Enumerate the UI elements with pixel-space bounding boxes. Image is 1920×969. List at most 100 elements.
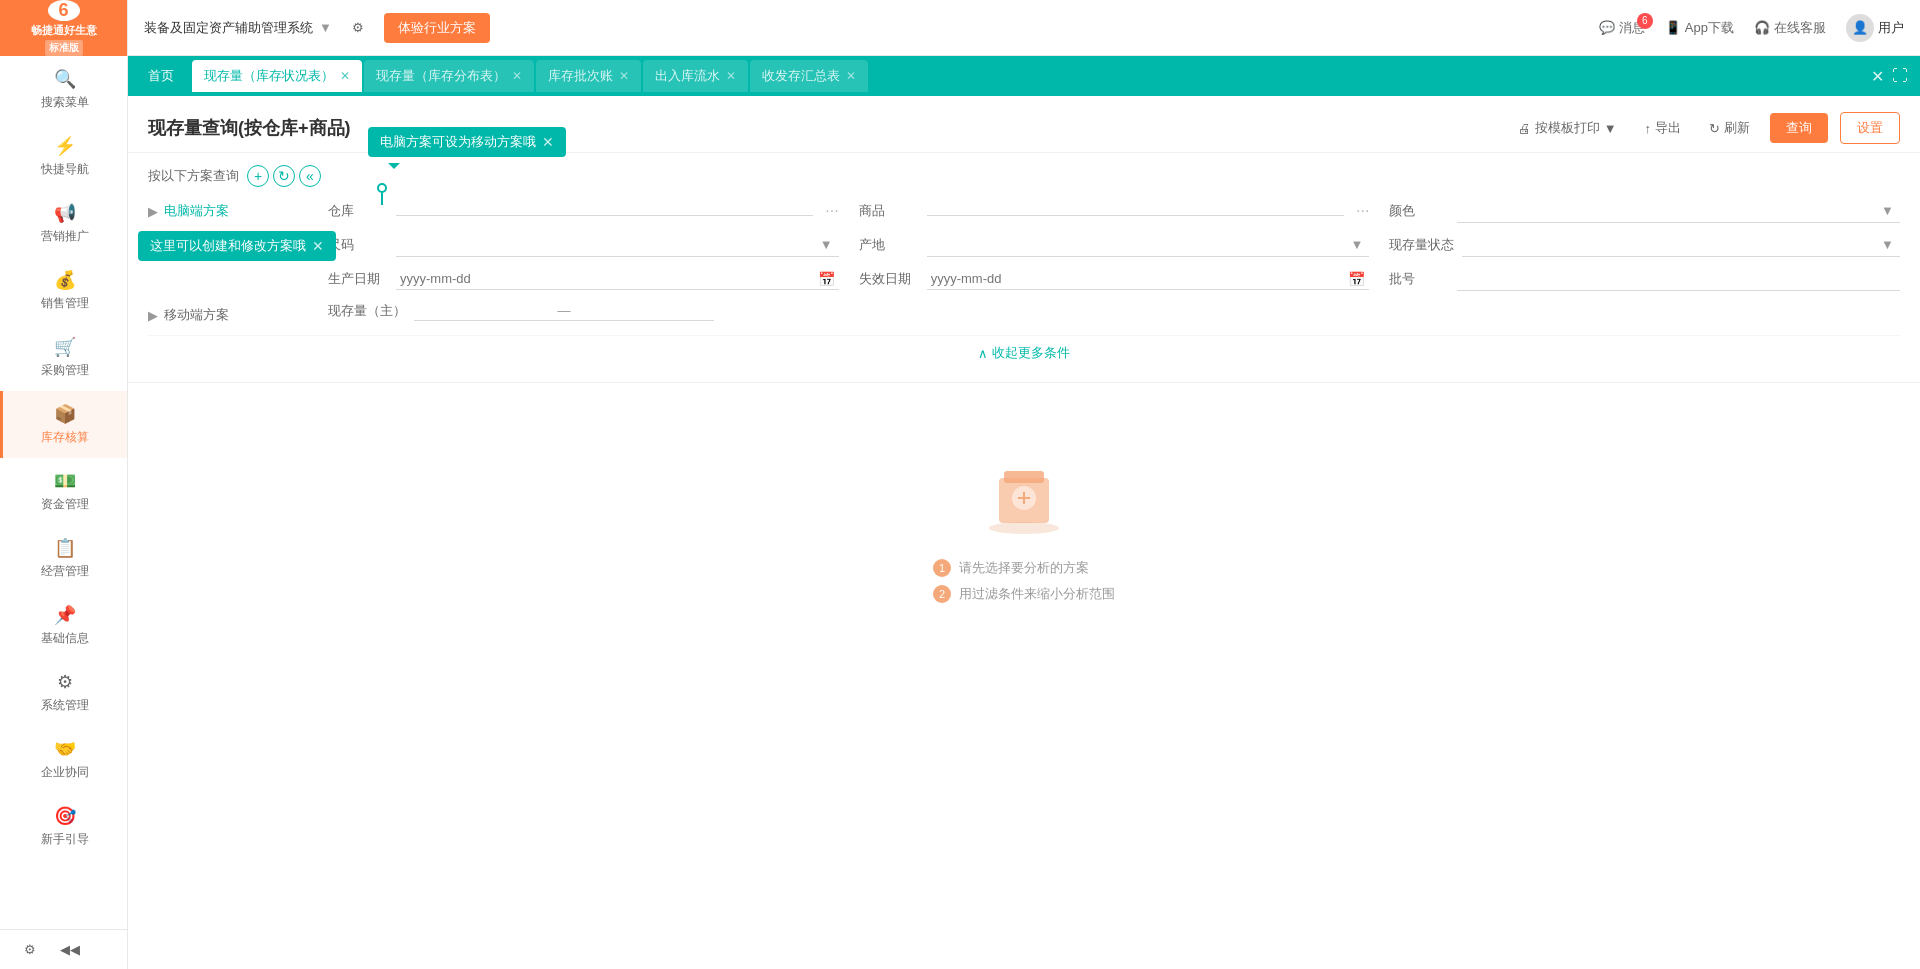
online-support-btn[interactable]: 🎧 在线客服	[1754, 19, 1826, 37]
app-download-btn[interactable]: 📱 App下载	[1665, 19, 1734, 37]
lightning-icon: ⚡	[54, 135, 76, 157]
message-badge: 6	[1637, 13, 1653, 29]
color-select[interactable]: ▼	[1457, 199, 1900, 223]
connector-dot	[377, 183, 387, 193]
tab-bar: 首页 现存量（库存状况表） ✕ 现存量（库存分布表） ✕ 库存批次账 ✕ 出入库…	[128, 56, 1920, 96]
sidebar-item-enterprise[interactable]: 🤝 企业协同	[0, 726, 127, 793]
color-arrow: ▼	[1881, 203, 1894, 218]
expire-date-field[interactable]	[931, 271, 1345, 286]
tab-batch[interactable]: 库存批次账 ✕	[536, 60, 641, 92]
plan-tree-desktop[interactable]: ▶ 电脑端方案	[148, 199, 308, 223]
refresh-btn[interactable]: ↻ 刷新	[1701, 115, 1758, 141]
inventory-max-input[interactable]	[575, 303, 711, 318]
page-title: 现存量查询(按仓库+商品)	[148, 116, 351, 140]
tab-home[interactable]: 首页	[132, 60, 190, 92]
prod-date-input[interactable]: 📅	[396, 269, 839, 290]
inventory-min-input[interactable]	[418, 303, 554, 318]
export-btn[interactable]: ↑ 导出	[1637, 115, 1690, 141]
tab-summary[interactable]: 收发存汇总表 ✕	[750, 60, 868, 92]
filter-size: 尺码 ▼	[328, 233, 839, 257]
inventory-amount-label: 现存量（主）	[328, 302, 406, 320]
collapse-bar[interactable]: ∧ 收起更多条件	[148, 335, 1900, 370]
settings-btn[interactable]: 设置	[1840, 112, 1900, 144]
warehouse-select[interactable]	[396, 207, 813, 216]
sidebar-item-marketing[interactable]: 📢 营销推广	[0, 190, 127, 257]
warehouse-label: 仓库	[328, 202, 388, 220]
empty-state: 1 请先选择要分析的方案 2 用过滤条件来缩小分析范围	[128, 383, 1920, 663]
print-btn[interactable]: 🖨 按模板打印 ▼	[1510, 115, 1625, 141]
product-select[interactable]	[927, 207, 1344, 216]
prod-date-field[interactable]	[400, 271, 814, 286]
tab-inventory-dist-label: 现存量（库存分布表）	[376, 67, 506, 85]
tab-flow[interactable]: 出入库流水 ✕	[643, 60, 748, 92]
query-btn[interactable]: 查询	[1770, 113, 1828, 143]
tooltip-create-close-btn[interactable]: ✕	[312, 238, 324, 254]
export-icon: ↑	[1645, 121, 1652, 136]
calendar-icon-2: 📅	[1348, 271, 1365, 287]
sidebar-item-sales[interactable]: 💰 销售管理	[0, 257, 127, 324]
inventory-range[interactable]: —	[414, 301, 714, 321]
sidebar-item-purchase[interactable]: 🛒 采购管理	[0, 324, 127, 391]
tab-close-icon[interactable]: ✕	[726, 69, 736, 83]
sidebar-item-guide[interactable]: 🎯 新手引导	[0, 793, 127, 860]
refresh-plan-btn[interactable]: ↻	[273, 165, 295, 187]
header-right: 💬 消息 6 📱 App下载 🎧 在线客服 👤 用户	[1599, 14, 1904, 42]
expire-date-input[interactable]: 📅	[927, 269, 1370, 290]
filter-expire-date: 失效日期 📅	[859, 267, 1370, 291]
tab-close-icon[interactable]: ✕	[846, 69, 856, 83]
add-plan-btn[interactable]: +	[247, 165, 269, 187]
origin-arrow: ▼	[1350, 237, 1363, 252]
message-btn[interactable]: 💬 消息 6	[1599, 19, 1645, 37]
sidebar-item-label: 新手引导	[41, 831, 89, 848]
tab-close-all-icon[interactable]: ✕	[1871, 67, 1884, 86]
plan-tree-mobile[interactable]: ▶ 移动端方案	[148, 303, 308, 327]
sidebar-item-search[interactable]: 🔍 搜索菜单	[0, 56, 127, 123]
tab-bar-right: ✕ ⛶	[1871, 67, 1916, 86]
sidebar-item-management[interactable]: 📋 经营管理	[0, 525, 127, 592]
sidebar-item-inventory[interactable]: 📦 库存核算	[0, 391, 127, 458]
export-label: 导出	[1655, 119, 1681, 137]
batch-input[interactable]	[1457, 267, 1900, 291]
tooltip-close-btn[interactable]: ✕	[542, 134, 554, 150]
collapse-text: 收起更多条件	[992, 344, 1070, 362]
empty-text: 1 请先选择要分析的方案 2 用过滤条件来缩小分析范围	[933, 559, 1115, 603]
sidebar-item-system[interactable]: ⚙ 系统管理	[0, 659, 127, 726]
tab-inventory-dist[interactable]: 现存量（库存分布表） ✕	[364, 60, 534, 92]
mobile-icon: 📱	[1665, 20, 1681, 35]
sidebar-item-label: 企业协同	[41, 764, 89, 781]
tab-close-icon[interactable]: ✕	[619, 69, 629, 83]
sidebar-item-label: 销售管理	[41, 295, 89, 312]
box-icon: 📦	[54, 403, 76, 425]
status-select[interactable]: ▼	[1462, 233, 1900, 257]
tab-close-icon[interactable]: ✕	[340, 69, 350, 83]
cart-icon: 🛒	[54, 336, 76, 358]
size-select[interactable]: ▼	[396, 233, 839, 257]
plan-tree-mobile-container: ▶ 移动端方案	[148, 303, 308, 327]
sidebar-item-basic[interactable]: 📌 基础信息	[0, 592, 127, 659]
warehouse-dots[interactable]: ···	[825, 202, 838, 220]
expand-arrow: ▶	[148, 204, 158, 219]
empty-svg	[974, 443, 1074, 543]
tab-inventory-status-label: 现存量（库存状况表）	[204, 67, 334, 85]
sidebar-item-nav[interactable]: ⚡ 快捷导航	[0, 123, 127, 190]
sidebar-item-finance[interactable]: 💵 资金管理	[0, 458, 127, 525]
header-gear-btn[interactable]: ⚙	[344, 14, 372, 42]
collapse-icon: ∧	[978, 346, 988, 361]
tab-expand-icon[interactable]: ⛶	[1892, 67, 1908, 85]
tab-inventory-status[interactable]: 现存量（库存状况表） ✕	[192, 60, 362, 92]
top-header: 装备及固定资产辅助管理系统 ▼ ⚙ 体验行业方案 💬 消息 6 📱 App下载 …	[128, 0, 1920, 56]
back-btn[interactable]: «	[299, 165, 321, 187]
collapse-sidebar-btn[interactable]: ◀◀	[56, 936, 84, 964]
user-btn[interactable]: 👤 用户	[1846, 14, 1904, 42]
empty-step-2-num: 2	[933, 585, 951, 603]
tab-batch-label: 库存批次账	[548, 67, 613, 85]
industry-btn[interactable]: 体验行业方案	[384, 13, 490, 43]
product-dots[interactable]: ···	[1356, 202, 1369, 220]
main-area: 装备及固定资产辅助管理系统 ▼ ⚙ 体验行业方案 💬 消息 6 📱 App下载 …	[128, 0, 1920, 969]
page-content: 现存量查询(按仓库+商品) 🖨 按模板打印 ▼ ↑ 导出 ↻ 刷新 查询 设置	[128, 96, 1920, 969]
system-title-text: 装备及固定资产辅助管理系统	[144, 19, 313, 37]
tab-close-icon[interactable]: ✕	[512, 69, 522, 83]
origin-select[interactable]: ▼	[927, 233, 1370, 257]
settings-bottom-btn[interactable]: ⚙	[16, 936, 44, 964]
user-label: 用户	[1878, 19, 1904, 37]
